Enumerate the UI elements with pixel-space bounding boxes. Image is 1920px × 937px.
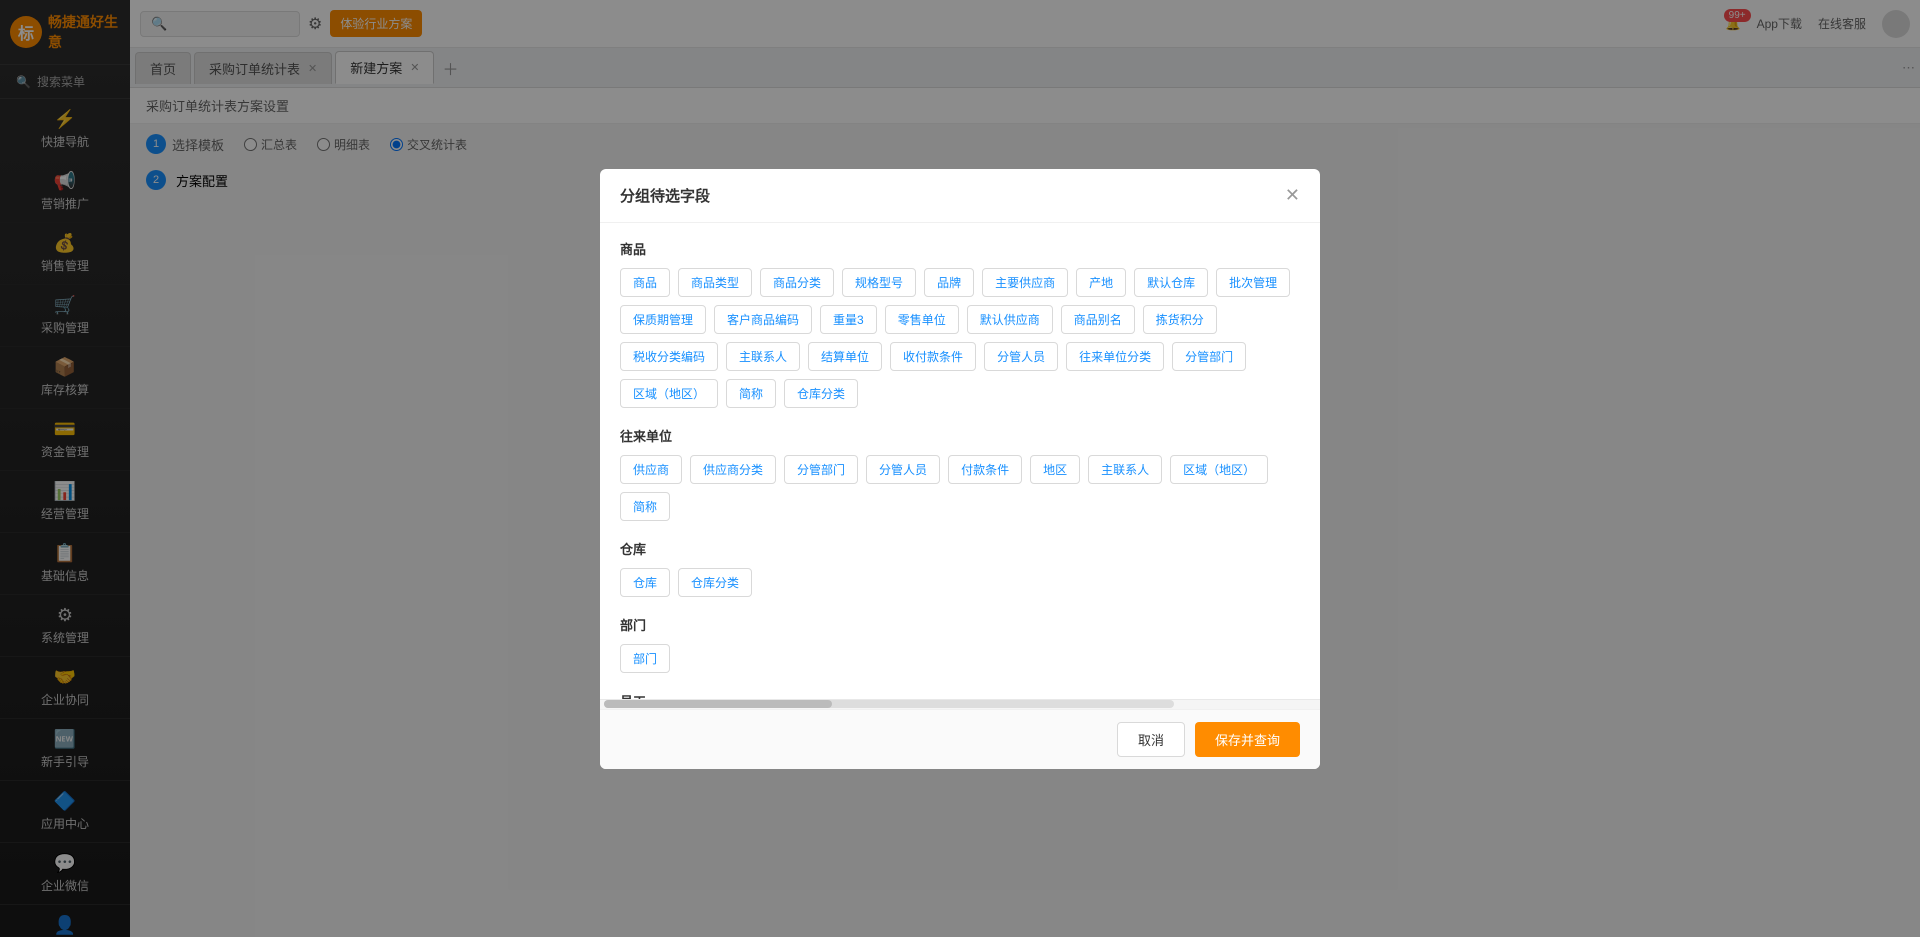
field-tag[interactable]: 默认供应商 <box>967 305 1053 334</box>
field-tag[interactable]: 主要供应商 <box>982 268 1068 297</box>
field-tag[interactable]: 地区 <box>1030 455 1080 484</box>
section-product: 商品 商品 商品类型 商品分类 规格型号 品牌 主要供应商 产地 默认仓库 批次… <box>620 239 1300 408</box>
modal-title: 分组待选字段 <box>620 185 710 206</box>
field-tag[interactable]: 区域（地区） <box>620 379 718 408</box>
modal-overlay: 分组待选字段 ✕ 商品 商品 商品类型 商品分类 规格型号 品牌 主要供应商 产… <box>0 0 1920 937</box>
field-tag[interactable]: 批次管理 <box>1216 268 1290 297</box>
section-partner-title: 往来单位 <box>620 426 1300 445</box>
field-tag[interactable]: 商品别名 <box>1061 305 1135 334</box>
field-tag[interactable]: 零售单位 <box>885 305 959 334</box>
field-tag[interactable]: 付款条件 <box>948 455 1022 484</box>
section-employee: 员工 业务员 <box>620 691 1300 699</box>
field-tag[interactable]: 简称 <box>726 379 776 408</box>
field-tag[interactable]: 品牌 <box>924 268 974 297</box>
field-tag[interactable]: 分管部门 <box>784 455 858 484</box>
field-tag[interactable]: 区域（地区） <box>1170 455 1268 484</box>
modal-cancel-btn[interactable]: 取消 <box>1117 722 1185 757</box>
field-tag[interactable]: 收付款条件 <box>890 342 976 371</box>
partner-fields: 供应商 供应商分类 分管部门 分管人员 付款条件 地区 主联系人 区域（地区） … <box>620 455 1300 521</box>
field-tag[interactable]: 分管人员 <box>984 342 1058 371</box>
field-tag[interactable]: 商品类型 <box>678 268 752 297</box>
field-tag[interactable]: 仓库 <box>620 568 670 597</box>
modal-footer: 取消 保存并查询 <box>600 709 1320 769</box>
field-tag[interactable]: 规格型号 <box>842 268 916 297</box>
section-department-title: 部门 <box>620 615 1300 634</box>
product-fields: 商品 商品类型 商品分类 规格型号 品牌 主要供应商 产地 默认仓库 批次管理 … <box>620 268 1300 408</box>
field-tag[interactable]: 分管人员 <box>866 455 940 484</box>
field-tag[interactable]: 仓库分类 <box>784 379 858 408</box>
field-tag[interactable]: 供应商分类 <box>690 455 776 484</box>
section-employee-title: 员工 <box>620 691 1300 699</box>
field-tag[interactable]: 拣货积分 <box>1143 305 1217 334</box>
section-partner: 往来单位 供应商 供应商分类 分管部门 分管人员 付款条件 地区 主联系人 区域… <box>620 426 1300 521</box>
field-tag[interactable]: 税收分类编码 <box>620 342 718 371</box>
field-tag[interactable]: 仓库分类 <box>678 568 752 597</box>
field-tag[interactable]: 商品 <box>620 268 670 297</box>
section-department: 部门 部门 <box>620 615 1300 673</box>
section-product-title: 商品 <box>620 239 1300 258</box>
modal-horizontal-scrollbar[interactable] <box>600 699 1320 709</box>
warehouse-fields: 仓库 仓库分类 <box>620 568 1300 597</box>
modal-body: 商品 商品 商品类型 商品分类 规格型号 品牌 主要供应商 产地 默认仓库 批次… <box>600 223 1320 699</box>
department-fields: 部门 <box>620 644 1300 673</box>
field-select-modal: 分组待选字段 ✕ 商品 商品 商品类型 商品分类 规格型号 品牌 主要供应商 产… <box>600 169 1320 769</box>
field-tag[interactable]: 主联系人 <box>1088 455 1162 484</box>
field-tag[interactable]: 商品分类 <box>760 268 834 297</box>
field-tag[interactable]: 主联系人 <box>726 342 800 371</box>
field-tag[interactable]: 重量3 <box>820 305 877 334</box>
field-tag[interactable]: 往来单位分类 <box>1066 342 1164 371</box>
field-tag[interactable]: 产地 <box>1076 268 1126 297</box>
field-tag[interactable]: 客户商品编码 <box>714 305 812 334</box>
section-warehouse: 仓库 仓库 仓库分类 <box>620 539 1300 597</box>
modal-confirm-btn[interactable]: 保存并查询 <box>1195 722 1300 757</box>
modal-close-icon[interactable]: ✕ <box>1285 185 1300 206</box>
field-tag[interactable]: 结算单位 <box>808 342 882 371</box>
field-tag[interactable]: 简称 <box>620 492 670 521</box>
field-tag[interactable]: 部门 <box>620 644 670 673</box>
field-tag[interactable]: 默认仓库 <box>1134 268 1208 297</box>
modal-header: 分组待选字段 ✕ <box>600 169 1320 223</box>
field-tag[interactable]: 分管部门 <box>1172 342 1246 371</box>
section-warehouse-title: 仓库 <box>620 539 1300 558</box>
field-tag[interactable]: 保质期管理 <box>620 305 706 334</box>
field-tag[interactable]: 供应商 <box>620 455 682 484</box>
